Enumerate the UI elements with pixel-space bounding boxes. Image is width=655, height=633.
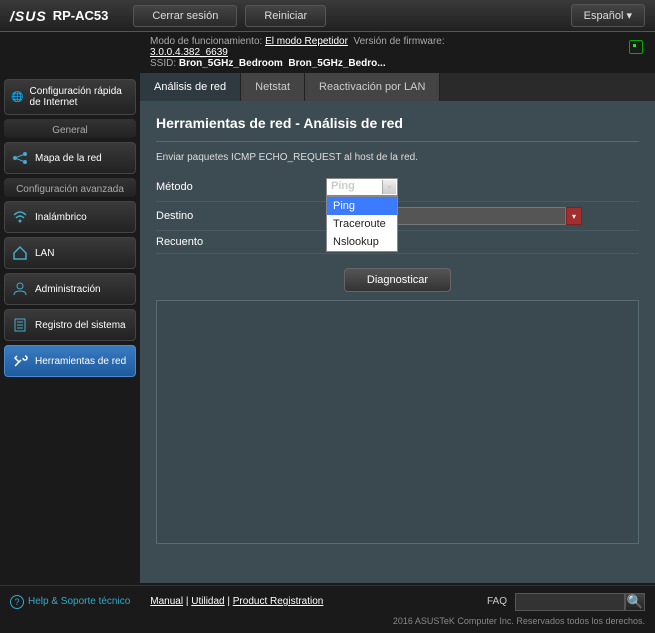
firmware-label: Versión de firmware: [353,36,444,47]
method-option-ping[interactable]: Ping [327,197,397,215]
panel-description: Enviar paquetes ICMP ECHO_REQUEST al hos… [156,142,639,173]
footer-links: Manual | Utilidad | Product Registration [150,596,323,607]
tab-wol[interactable]: Reactivación por LAN [305,73,440,101]
sidebar-item-label: LAN [35,248,54,259]
logo-area: /SUS RP-AC53 [10,8,108,24]
row-method: Método Ping ▾ Ping Traceroute Nslookup [156,173,639,202]
help-link[interactable]: ? Help & Soporte técnico [10,595,130,609]
destination-dropdown-button[interactable]: ▾ [566,207,582,225]
sidebar-item-map[interactable]: Mapa de la red [4,142,136,174]
logout-button[interactable]: Cerrar sesión [133,5,237,27]
sidebar-item-lan[interactable]: LAN [4,237,136,269]
language-label: Español [584,10,624,22]
network-map-icon [11,149,29,167]
brand-logo: /SUS [10,8,47,24]
manual-link[interactable]: Manual [150,596,183,607]
header-buttons: Cerrar sesión Reiniciar [133,5,326,27]
ssid-1: Bron_5GHz_Bedroom [179,58,283,69]
tab-analysis[interactable]: Análisis de red [140,73,241,101]
method-value: Ping [331,180,355,192]
output-textarea[interactable] [156,300,639,544]
tools-icon [11,352,29,370]
info-bar: Modo de funcionamiento: El modo Repetido… [0,32,655,73]
sidebar-item-label: Administración [35,284,101,295]
tab-netstat[interactable]: Netstat [241,73,305,101]
sidebar-item-nettools[interactable]: Herramientas de red [4,345,136,377]
panel: Herramientas de red - Análisis de red En… [140,101,655,583]
ssid-2: Bron_5GHz_Bedro... [288,58,385,69]
sidebar-item-syslog[interactable]: Registro del sistema [4,309,136,341]
utility-link[interactable]: Utilidad [191,596,224,607]
firmware-link[interactable]: 3.0.0.4.382_6639 [150,47,228,58]
globe-icon: 🌐 [11,88,24,106]
reboot-button[interactable]: Reiniciar [245,5,326,27]
method-option-traceroute[interactable]: Traceroute [327,215,397,233]
mode-link[interactable]: El modo Repetidor [265,36,348,47]
wifi-icon [11,208,29,226]
header: /SUS RP-AC53 Cerrar sesión Reiniciar Esp… [0,0,655,32]
search-button[interactable]: 🔍 [625,593,645,611]
mode-label: Modo de funcionamiento: [150,36,262,47]
main-content: Análisis de red Netstat Reactivación por… [140,73,655,585]
model-name: RP-AC53 [53,8,109,23]
method-select-wrap: Ping ▾ Ping Traceroute Nslookup [326,178,398,196]
panel-title: Herramientas de red - Análisis de red [156,115,639,142]
search-icon: 🔍 [627,594,644,610]
language-button[interactable]: Español ▾ [571,4,645,27]
copyright: 2016 ASUSTeK Computer Inc. Reservados to… [10,612,645,626]
log-icon [11,316,29,334]
sidebar-category-general: General [4,119,136,138]
sidebar-item-label: Mapa de la red [35,153,102,164]
chevron-down-icon: ▾ [626,10,632,22]
home-icon [11,244,29,262]
help-icon: ? [10,595,24,609]
registration-link[interactable]: Product Registration [233,596,324,607]
container: 🌐 Configuración rápida de Internet Gener… [0,73,655,585]
led-status-icon[interactable] [629,40,643,54]
sidebar-category-advanced: Configuración avanzada [4,178,136,197]
tabs: Análisis de red Netstat Reactivación por… [140,73,655,101]
sidebar-item-label: Herramientas de red [35,356,126,367]
faq-label: FAQ [487,596,507,607]
method-select[interactable]: Ping ▾ [326,178,398,196]
sidebar: 🌐 Configuración rápida de Internet Gener… [0,73,140,585]
sidebar-item-wireless[interactable]: Inalámbrico [4,201,136,233]
sidebar-item-label: Configuración rápida de Internet [30,86,129,108]
method-option-nslookup[interactable]: Nslookup [327,233,397,251]
sidebar-item-label: Inalámbrico [35,212,87,223]
sidebar-item-admin[interactable]: Administración [4,273,136,305]
sidebar-quick-setup[interactable]: 🌐 Configuración rápida de Internet [4,79,136,115]
chevron-down-icon: ▾ [382,180,396,194]
admin-icon [11,280,29,298]
footer: ? Help & Soporte técnico Manual | Utilid… [0,585,655,633]
sidebar-item-label: Registro del sistema [35,320,126,331]
count-label: Recuento [156,236,326,248]
method-label: Método [156,181,326,193]
diagnose-button[interactable]: Diagnosticar [344,268,451,292]
destination-label: Destino [156,210,326,222]
method-dropdown: Ping Traceroute Nslookup [326,196,398,252]
help-label: Help & Soporte técnico [28,596,130,607]
ssid-label: SSID: [150,58,176,69]
search-input[interactable] [515,593,625,611]
